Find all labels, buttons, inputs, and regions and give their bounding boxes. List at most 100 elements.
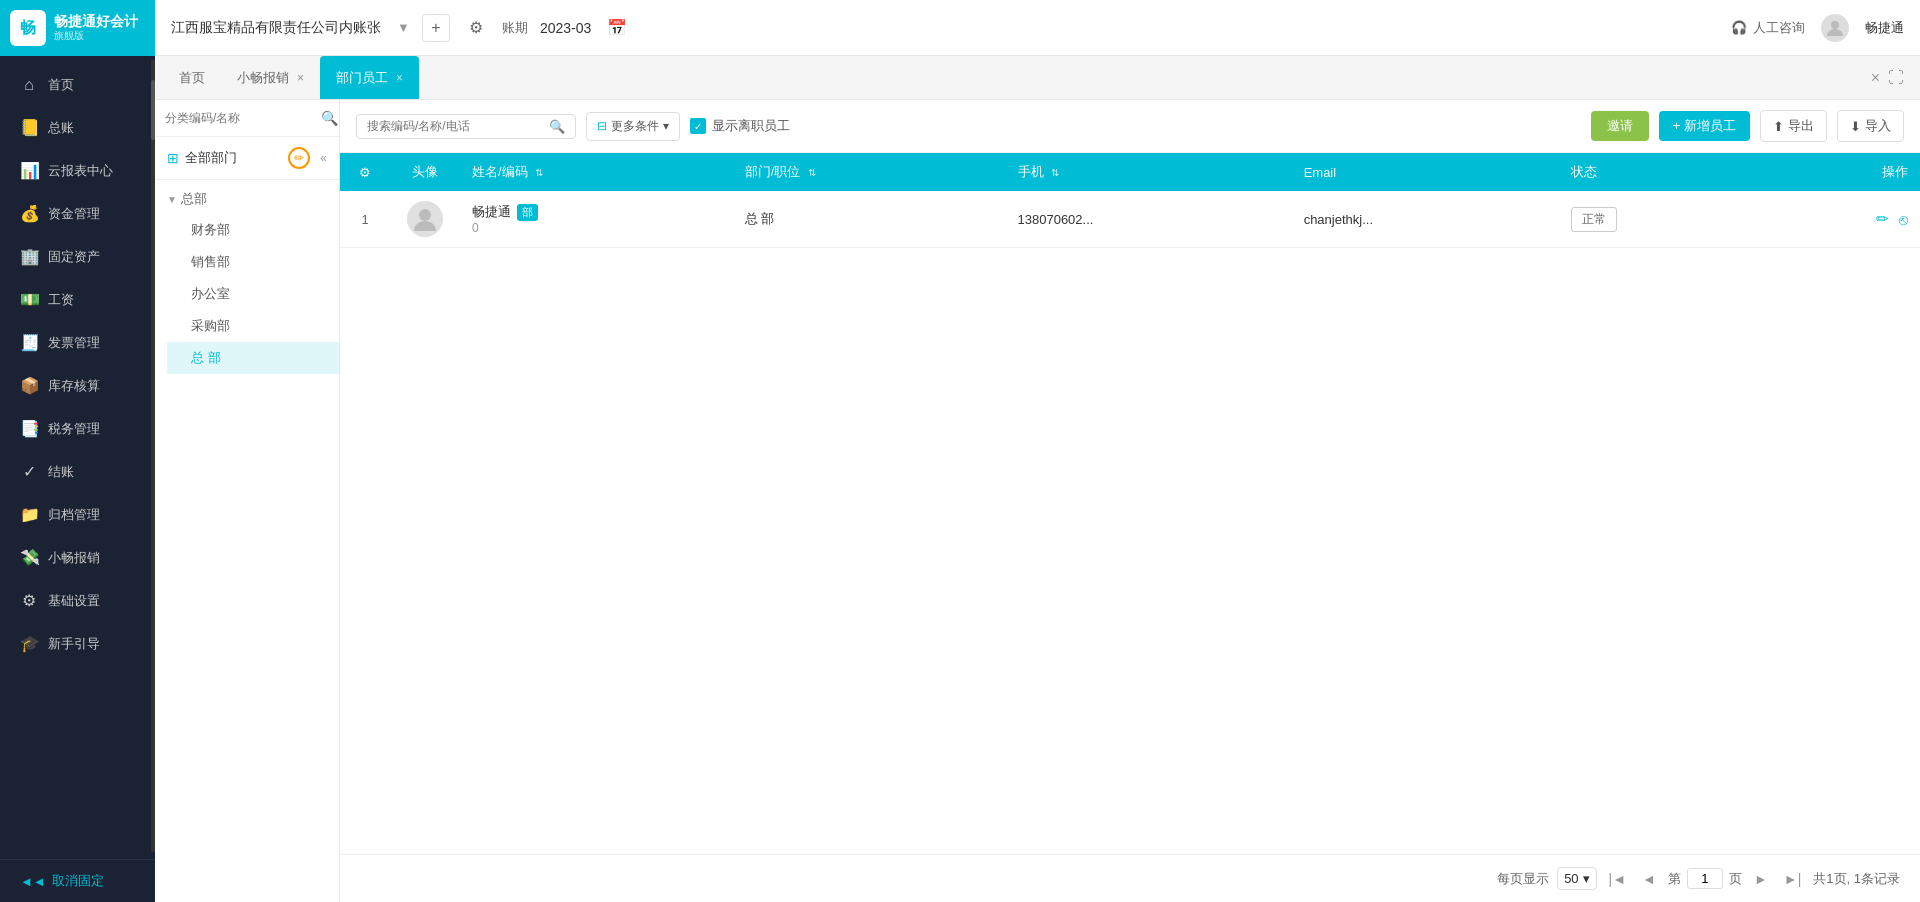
page-size-value: 50 xyxy=(1564,871,1578,886)
logo-text-block: 畅捷通好会计 旗舰版 xyxy=(54,13,138,44)
tab-expense-close-icon[interactable]: × xyxy=(297,71,304,85)
cell-index: 1 xyxy=(340,191,390,248)
expand-tab-action-icon[interactable]: ⛶ xyxy=(1888,69,1904,87)
dept-panel: 🔍 ⊞ 全部部门 ✏ « ▼ 总部 财务部 销售部 办公室 采购部 总 部 xyxy=(155,100,340,902)
scrollbar[interactable] xyxy=(151,60,155,852)
dept-edit-icon[interactable]: ✏ xyxy=(288,147,310,169)
import-label: 导入 xyxy=(1865,117,1891,135)
sidebar-item-inventory[interactable]: 📦 库存核算 xyxy=(0,364,155,407)
sidebar-nav: ⌂ 首页 📒 总账 📊 云报表中心 💰 资金管理 🏢 固定资产 💵 工资 🧾 发… xyxy=(0,56,155,859)
arrow-down-icon: ▼ xyxy=(167,194,177,205)
sidebar-item-reports-label: 云报表中心 xyxy=(48,162,113,180)
app-logo: 畅 畅捷通好会计 旗舰版 xyxy=(0,0,155,56)
add-tab-button[interactable]: + xyxy=(422,14,450,42)
col-avatar: 头像 xyxy=(390,153,460,191)
page-last-button[interactable]: ►| xyxy=(1780,869,1806,889)
content-area: 🔍 ⊞ 全部部门 ✏ « ▼ 总部 财务部 销售部 办公室 采购部 总 部 xyxy=(155,100,1920,902)
tab-home[interactable]: 首页 xyxy=(163,56,221,99)
employee-panel: 🔍 ⊟ 更多条件 ▾ ✓ 显示离职员工 邀请 + 新增员工 ⬆ 导出 xyxy=(340,100,1920,902)
grid-icon: ⊞ xyxy=(167,150,179,166)
employee-search-bar: 🔍 xyxy=(356,114,576,139)
col-settings[interactable]: ⚙ xyxy=(340,153,390,191)
app-name: 畅捷通好会计 xyxy=(54,13,138,30)
dept-item-purchase[interactable]: 采购部 xyxy=(167,310,339,342)
invite-button[interactable]: 邀请 xyxy=(1591,111,1649,141)
all-depts-label: 全部部门 xyxy=(185,149,237,167)
tab-employees-label: 部门员工 xyxy=(336,69,388,87)
calendar-icon[interactable]: 📅 xyxy=(607,18,627,37)
sidebar-item-home[interactable]: ⌂ 首页 xyxy=(0,64,155,106)
tab-employees[interactable]: 部门员工 × xyxy=(320,56,419,99)
col-dept[interactable]: 部门/职位 ⇅ xyxy=(733,153,1006,191)
import-button[interactable]: ⬇ 导入 xyxy=(1837,110,1904,142)
dept-group-zongbu[interactable]: ▼ 总部 xyxy=(155,184,339,214)
employee-toolbar: 🔍 ⊟ 更多条件 ▾ ✓ 显示离职员工 邀请 + 新增员工 ⬆ 导出 xyxy=(340,100,1920,153)
edit-button[interactable]: ✏ xyxy=(1876,210,1889,228)
service-button[interactable]: 🎧 人工咨询 xyxy=(1731,19,1805,37)
filter-button[interactable]: ⊟ 更多条件 ▾ xyxy=(586,112,680,141)
dept-search-input[interactable] xyxy=(165,111,315,125)
page-size-select[interactable]: 50 ▾ xyxy=(1557,867,1596,890)
dept-item-office[interactable]: 办公室 xyxy=(167,278,339,310)
collapse-icon[interactable]: « xyxy=(320,151,327,165)
dept-search-icon[interactable]: 🔍 xyxy=(321,110,338,126)
period-label: 账期 xyxy=(502,19,528,37)
sidebar-item-tax-label: 税务管理 xyxy=(48,420,100,438)
sidebar-item-expense[interactable]: 💸 小畅报销 xyxy=(0,536,155,579)
col-phone[interactable]: 手机 ⇅ xyxy=(1006,153,1292,191)
service-label: 人工咨询 xyxy=(1753,19,1805,37)
user-avatar xyxy=(1821,14,1849,42)
guide-icon: 🎓 xyxy=(20,634,38,653)
sidebar-item-guide[interactable]: 🎓 新手引导 xyxy=(0,622,155,665)
reports-icon: 📊 xyxy=(20,161,38,180)
dept-item-sales[interactable]: 销售部 xyxy=(167,246,339,278)
tab-expense[interactable]: 小畅报销 × xyxy=(221,56,320,99)
sidebar-item-assets[interactable]: 🏢 固定资产 xyxy=(0,235,155,278)
sidebar-item-settings[interactable]: ⚙ 基础设置 xyxy=(0,579,155,622)
cell-name: 畅捷通 部 0 xyxy=(460,191,733,248)
sidebar-item-invoice[interactable]: 🧾 发票管理 xyxy=(0,321,155,364)
assets-icon: 🏢 xyxy=(20,247,38,266)
show-resigned-option[interactable]: ✓ 显示离职员工 xyxy=(690,117,790,135)
employee-code: 0 xyxy=(472,221,721,235)
table-row: 1 畅捷通 部 0 xyxy=(340,191,1920,248)
page-first-button[interactable]: |◄ xyxy=(1605,869,1631,889)
logout-button[interactable]: ⎋ xyxy=(1899,211,1908,228)
archive-icon: 📁 xyxy=(20,505,38,524)
sidebar-item-invoice-label: 发票管理 xyxy=(48,334,100,352)
employee-search-icon[interactable]: 🔍 xyxy=(549,119,565,134)
dept-item-general[interactable]: 总 部 xyxy=(167,342,339,374)
export-button[interactable]: ⬆ 导出 xyxy=(1760,110,1827,142)
sidebar-item-funds[interactable]: 💰 资金管理 xyxy=(0,192,155,235)
employee-phone: 138070602... xyxy=(1018,212,1094,227)
employee-search-input[interactable] xyxy=(367,119,543,133)
employee-table-container: ⚙ 头像 姓名/编码 ⇅ 部门/职位 ⇅ 手机 ⇅ Email 状态 操作 1 xyxy=(340,153,1920,854)
expense-icon: 💸 xyxy=(20,548,38,567)
sidebar-item-archive[interactable]: 📁 归档管理 xyxy=(0,493,155,536)
unpin-button[interactable]: ◄◄ 取消固定 xyxy=(0,859,155,902)
main-area: 江西服宝精品有限责任公司内账张 ▼ + ⚙ 账期 2023-03 📅 🎧 人工咨… xyxy=(155,0,1920,902)
tab-employees-close-icon[interactable]: × xyxy=(396,71,403,85)
status-badge: 正常 xyxy=(1571,207,1617,232)
sidebar-item-reports[interactable]: 📊 云报表中心 xyxy=(0,149,155,192)
col-name[interactable]: 姓名/编码 ⇅ xyxy=(460,153,733,191)
add-employee-button[interactable]: + 新增员工 xyxy=(1659,111,1750,141)
page-prev-button[interactable]: ◄ xyxy=(1638,869,1660,889)
closing-icon: ✓ xyxy=(20,462,38,481)
table-header-row: ⚙ 头像 姓名/编码 ⇅ 部门/职位 ⇅ 手机 ⇅ Email 状态 操作 xyxy=(340,153,1920,191)
show-resigned-checkbox[interactable]: ✓ xyxy=(690,118,706,134)
sidebar-item-guide-label: 新手引导 xyxy=(48,635,100,653)
page-number-input[interactable] xyxy=(1687,868,1723,889)
sidebar-item-tax[interactable]: 📑 税务管理 xyxy=(0,407,155,450)
sidebar-item-closing[interactable]: ✓ 结账 xyxy=(0,450,155,493)
settings-button[interactable]: ⚙ xyxy=(462,14,490,42)
company-dropdown-icon[interactable]: ▼ xyxy=(397,20,410,35)
cell-email: chanjethkj... xyxy=(1292,191,1559,248)
filter-chevron-icon: ▾ xyxy=(663,119,669,133)
sidebar-item-salary[interactable]: 💵 工资 xyxy=(0,278,155,321)
close-tab-action-icon[interactable]: × xyxy=(1871,69,1880,87)
dept-item-finance[interactable]: 财务部 xyxy=(167,214,339,246)
all-depts-header[interactable]: ⊞ 全部部门 ✏ « xyxy=(155,137,339,180)
page-next-button[interactable]: ► xyxy=(1750,869,1772,889)
sidebar-item-ledger[interactable]: 📒 总账 xyxy=(0,106,155,149)
